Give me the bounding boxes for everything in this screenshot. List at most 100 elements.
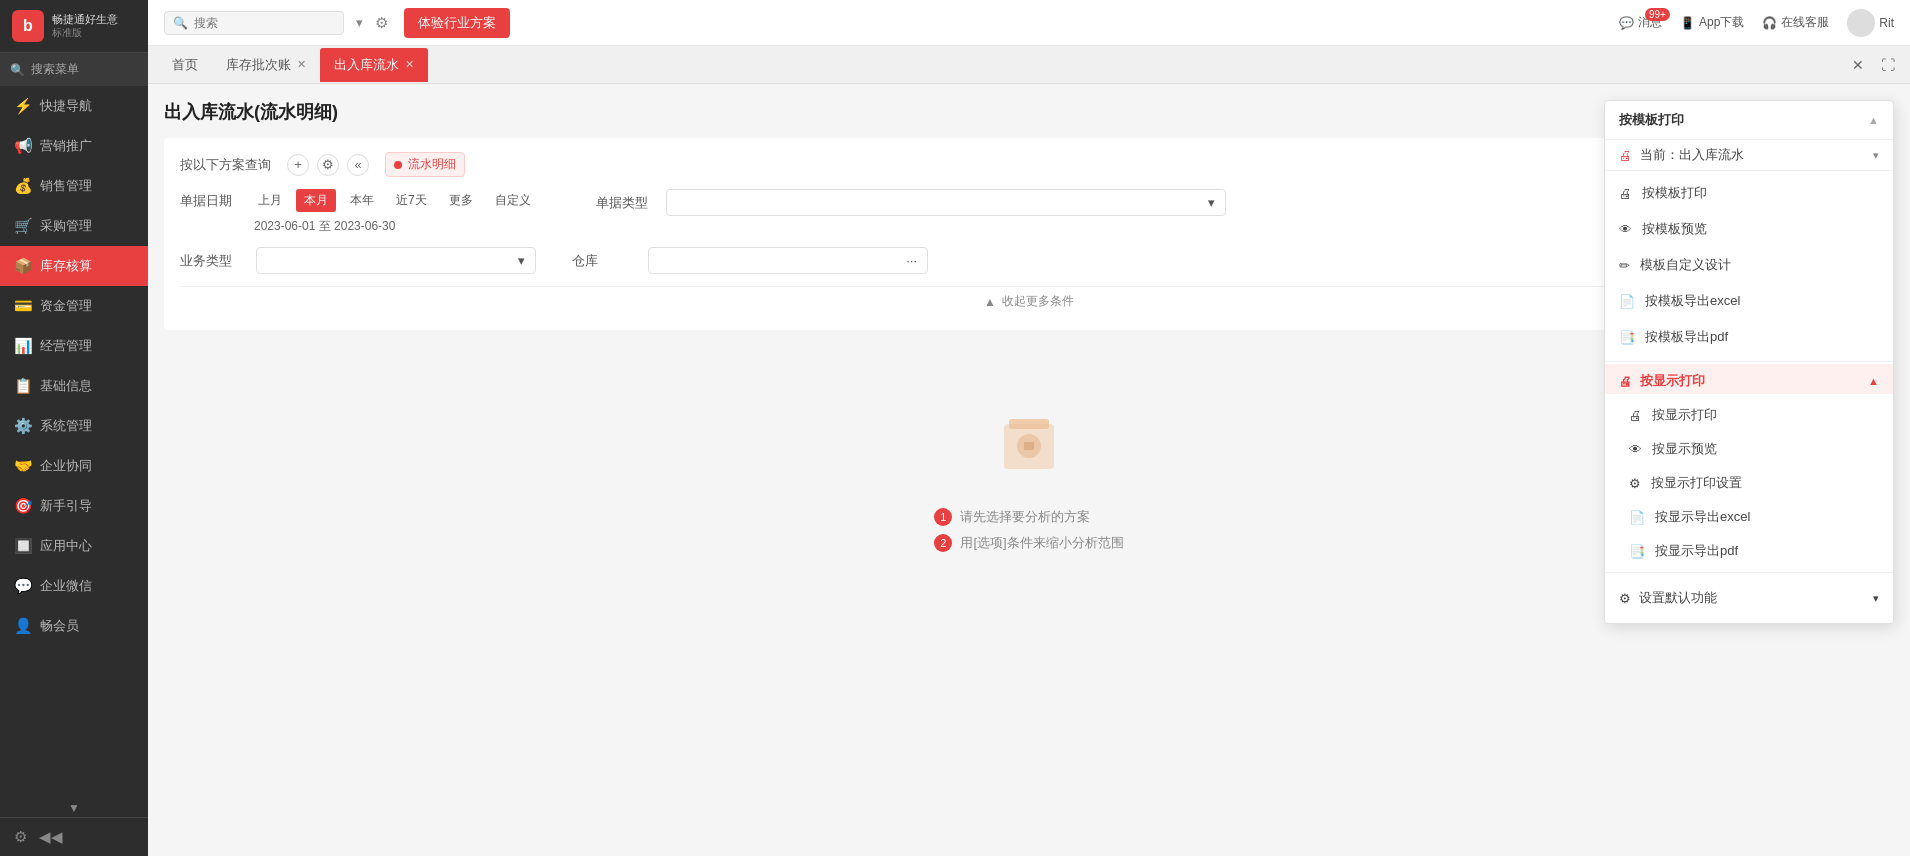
sidebar-item-system[interactable]: ⚙️ 系统管理 [0,406,148,446]
sidebar-item-label: 资金管理 [40,297,92,315]
tab-flow-label: 出入库流水 [334,56,399,74]
member-icon: 👤 [14,617,32,635]
warehouse-label: 仓库 [572,252,632,270]
tab-home[interactable]: 首页 [158,48,212,82]
set-default-function[interactable]: ⚙ 设置默认功能 ▾ [1619,581,1879,615]
inventory-icon: 📦 [14,257,32,275]
sidebar-search-label: 搜索菜单 [31,61,79,78]
date-this-month[interactable]: 本月 [296,189,336,212]
template-preview-item[interactable]: 👁 按模板预览 [1605,211,1893,247]
appcenter-icon: 🔲 [14,537,32,555]
display-excel-label: 按显示导出excel [1655,508,1750,526]
tab-close-all[interactable]: ✕ [1846,53,1870,77]
template-design-item[interactable]: ✏ 模板自定义设计 [1605,247,1893,283]
avatar-img [1847,9,1875,37]
date-more[interactable]: 更多 [441,189,481,212]
display-excel-item[interactable]: 📄 按显示导出excel [1605,500,1893,534]
current-template-expand-icon[interactable]: ▾ [1873,149,1879,162]
sidebar-item-finance[interactable]: 💳 资金管理 [0,286,148,326]
warehouse-select[interactable]: ··· [648,247,928,274]
template-excel-item[interactable]: 📄 按模板导出excel [1605,283,1893,319]
doc-type-label: 单据类型 [596,194,656,212]
tab-batch-close[interactable]: ✕ [297,59,306,70]
date-last-month[interactable]: 上月 [250,189,290,212]
sidebar-item-appcenter[interactable]: 🔲 应用中心 [0,526,148,566]
template-print-item[interactable]: 🖨 按模板打印 [1605,175,1893,211]
sidebar-item-quicknav[interactable]: ⚡ 快捷导航 [0,86,148,126]
display-print-label: 按显示打印 [1652,406,1717,424]
sidebar-item-inventory[interactable]: 📦 库存核算 [0,246,148,286]
sidebar-scroll-down[interactable]: ▼ [68,801,80,815]
dropdown-scroll-up[interactable]: ▲ [1868,114,1879,126]
sidebar-item-basic[interactable]: 📋 基础信息 [0,366,148,406]
sidebar-item-label: 基础信息 [40,377,92,395]
topbar-search-input[interactable] [194,16,324,30]
display-pdf-item[interactable]: 📑 按显示导出pdf [1605,534,1893,568]
collapse-label: 收起更多条件 [1002,293,1074,310]
current-template-label: 当前：出入库流水 [1640,146,1744,164]
page-content-inner: 出入库流水(流水明细) 🖨 按模板打印 ▲ ⬆ 导出 ↻ 刷新 [164,100,1894,616]
tab-batch-account[interactable]: 库存批次账 ✕ [212,48,320,82]
display-section-header[interactable]: 🖨 按显示打印 ▲ [1605,364,1893,394]
date-last-7days[interactable]: 近7天 [388,189,435,212]
sidebar-item-marketing[interactable]: 📢 营销推广 [0,126,148,166]
collapse-sidebar-icon[interactable]: ◀◀ [39,828,63,846]
customer-service-action[interactable]: 🎧 在线客服 [1762,14,1829,31]
tab-maximize[interactable]: ⛶ [1876,53,1900,77]
marketing-icon: 📢 [14,137,32,155]
template-pdf-item[interactable]: 📑 按模板导出pdf [1605,319,1893,355]
date-label: 单据日期 [180,192,240,210]
doc-type-select[interactable]: ▾ [666,189,1226,216]
default-function-icon: ⚙ [1619,591,1631,606]
newbie-icon: 🎯 [14,497,32,515]
settings-icon[interactable]: ⚙ [14,828,27,846]
dropdown-title: 按模板打印 [1619,111,1684,129]
message-action[interactable]: 💬 消息 99+ [1619,14,1662,31]
sidebar-item-wechat[interactable]: 💬 企业微信 [0,566,148,606]
tab-stock-flow[interactable]: 出入库流水 ✕ [320,48,428,82]
sidebar-item-collab[interactable]: 🤝 企业协同 [0,446,148,486]
sidebar-item-purchase[interactable]: 🛒 采购管理 [0,206,148,246]
date-this-year[interactable]: 本年 [342,189,382,212]
topbar-actions: 💬 消息 99+ 📱 App下载 🎧 在线客服 Rit [1619,9,1894,37]
add-filter-btn[interactable]: + [287,154,309,176]
sidebar-search[interactable]: 🔍 搜索菜单 [0,53,148,86]
topbar-search-box[interactable]: 🔍 [164,11,344,35]
topbar-dropdown-icon[interactable]: ▾ [356,15,363,30]
step-num-1: 1 [934,508,952,526]
app-download-action[interactable]: 📱 App下载 [1680,14,1744,31]
wechat-icon: 💬 [14,577,32,595]
sidebar-item-operations[interactable]: 📊 经营管理 [0,326,148,366]
user-avatar[interactable]: Rit [1847,9,1894,37]
page-content: 出入库流水(流水明细) 🖨 按模板打印 ▲ ⬆ 导出 ↻ 刷新 [148,84,1910,856]
display-print-item[interactable]: 🖨 按显示打印 [1605,398,1893,432]
template-pdf-icon: 📑 [1619,330,1635,345]
sidebar-item-sales[interactable]: 💰 销售管理 [0,166,148,206]
industry-solution-button[interactable]: 体验行业方案 [404,8,510,38]
step-num-2: 2 [934,534,952,552]
empty-step-1: 1 请先选择要分析的方案 [934,504,1123,530]
finance-icon: 💳 [14,297,32,315]
date-custom[interactable]: 自定义 [487,189,539,212]
sidebar-item-member[interactable]: 👤 畅会员 [0,606,148,646]
display-settings-icon: ⚙ [1629,476,1641,491]
settings-filter-btn[interactable]: ⚙ [317,154,339,176]
phone-icon: 📱 [1680,16,1695,30]
settings-gear-icon[interactable]: ⚙ [375,14,388,32]
display-settings-item[interactable]: ⚙ 按显示打印设置 [1605,466,1893,500]
tab-batch-label: 库存批次账 [226,56,291,74]
empty-steps-container: 1 请先选择要分析的方案 2 用[选项]条件来缩小分析范围 [934,504,1123,556]
tab-flow-close[interactable]: ✕ [405,59,414,70]
display-preview-item[interactable]: 👁 按显示预览 [1605,432,1893,466]
app-download-label: App下载 [1699,14,1744,31]
display-pdf-label: 按显示导出pdf [1655,542,1738,560]
collapse-filter-btn[interactable]: « [347,154,369,176]
biz-type-select[interactable]: ▾ [256,247,536,274]
svg-rect-1 [1009,419,1049,429]
empty-illustration [989,404,1069,484]
sidebar-item-label: 应用中心 [40,537,92,555]
sidebar-item-newbie[interactable]: 🎯 新手引导 [0,486,148,526]
active-filter-tag[interactable]: 流水明细 [385,152,465,177]
display-section-collapse-icon[interactable]: ▲ [1868,375,1879,387]
display-pdf-icon: 📑 [1629,544,1645,559]
